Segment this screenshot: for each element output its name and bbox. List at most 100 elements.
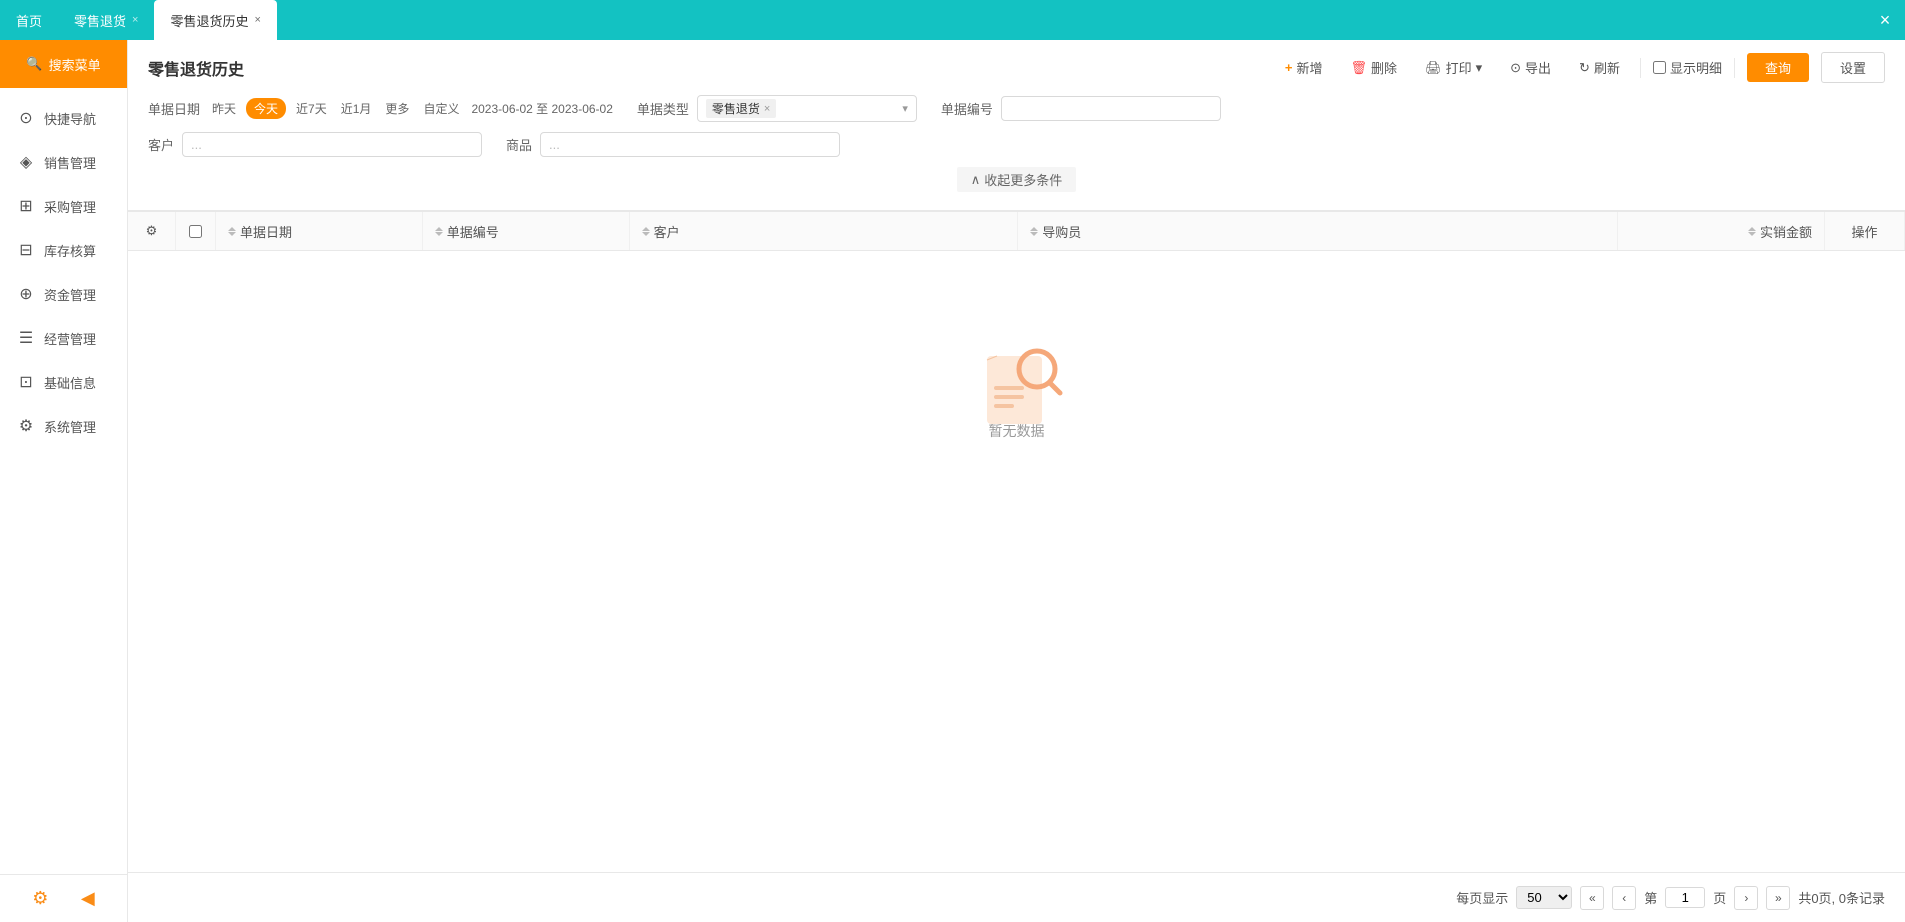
tab-retail-return-history[interactable]: 零售退货历史 × [154, 0, 276, 40]
operation-icon: ☰ [16, 328, 36, 348]
refresh-button[interactable]: ↻ 刷新 [1571, 54, 1628, 81]
select-all-checkbox[interactable] [189, 225, 202, 238]
col-customer[interactable]: 客户 [630, 212, 1019, 250]
sidebar-bottom: ⚙ ◀ [0, 874, 127, 922]
setting-button[interactable]: 设置 [1821, 52, 1885, 83]
empty-illustration [972, 331, 1062, 421]
first-page-button[interactable]: « [1580, 886, 1604, 910]
purchase-icon: ⊞ [16, 196, 36, 216]
col-amount[interactable]: 实销金额 [1618, 212, 1825, 250]
sidebar-search[interactable]: 🔍 搜索菜单 [0, 40, 127, 88]
date-custom[interactable]: 自定义 [419, 98, 463, 119]
sidebar-item-label: 快捷导航 [44, 109, 96, 128]
col-settings[interactable]: ⚙ [128, 212, 176, 250]
type-tag-close[interactable]: × [764, 103, 770, 115]
settings-col-icon[interactable]: ⚙ [146, 223, 158, 239]
first-page-icon: « [1589, 891, 1596, 905]
goods-input[interactable]: ... [540, 132, 840, 157]
sidebar-item-system[interactable]: ⚙ 系统管理 [0, 404, 127, 448]
type-filter: 单据类型 零售退货 × ▾ [637, 95, 917, 122]
next-page-button[interactable]: › [1734, 886, 1758, 910]
show-detail-toggle[interactable]: 显示明细 [1653, 58, 1722, 77]
type-tag: 零售退货 × [706, 99, 776, 118]
order-no-input[interactable] [1001, 96, 1221, 121]
order-sort-down [435, 232, 443, 236]
goods-label: 商品 [506, 135, 532, 154]
page-number-input[interactable] [1665, 887, 1705, 908]
prev-page-button[interactable]: ‹ [1612, 886, 1636, 910]
date-7days[interactable]: 近7天 [292, 98, 331, 119]
date-today[interactable]: 今天 [246, 98, 286, 119]
order-no-label: 单据编号 [941, 99, 993, 118]
guide-sort-down [1030, 232, 1038, 236]
sidebar-item-sales[interactable]: ◈ 销售管理 [0, 140, 127, 184]
sales-icon: ◈ [16, 152, 36, 172]
delete-icon: 🗑 [1351, 60, 1368, 76]
col-order-no[interactable]: 单据编号 [423, 212, 630, 250]
type-select-arrow: ▾ [902, 102, 908, 115]
sidebar-item-inventory[interactable]: ⊟ 库存核算 [0, 228, 127, 272]
table-header: ⚙ 单据日期 单据编号 [128, 211, 1905, 251]
customer-sort-icon[interactable] [642, 227, 650, 236]
settings-bottom-icon[interactable]: ⚙ [32, 888, 48, 909]
customer-dots: ... [191, 137, 202, 152]
col-guide[interactable]: 导购员 [1018, 212, 1618, 250]
collapse-filter-button[interactable]: ∧ 收起更多条件 [957, 167, 1077, 192]
collapse-sidebar-icon[interactable]: ◀ [81, 888, 95, 909]
sidebar-item-finance[interactable]: ⊕ 资金管理 [0, 272, 127, 316]
customer-input[interactable]: ... [182, 132, 482, 157]
print-label: 打印 [1446, 58, 1472, 77]
last-page-button[interactable]: » [1766, 886, 1790, 910]
new-button[interactable]: + 新增 [1277, 54, 1331, 81]
title-toolbar-row: 零售退货历史 + 新增 🗑 删除 🖨 打印 ▾ [148, 52, 1885, 83]
search-icon: 🔍 [26, 56, 42, 72]
per-page-select[interactable]: 50 10 20 100 [1516, 886, 1572, 909]
show-detail-checkbox[interactable] [1653, 61, 1666, 74]
window-close-button[interactable]: × [1865, 0, 1905, 40]
tab-retail-return-history-close[interactable]: × [254, 14, 260, 26]
sidebar-item-basic[interactable]: ⊡ 基础信息 [0, 360, 127, 404]
date-sort-icon[interactable] [228, 227, 236, 236]
customer-filter: 客户 ... [148, 132, 482, 157]
date-filter: 单据日期 昨天 今天 近7天 近1月 更多 自定义 2023-06-02 至 2… [148, 98, 613, 119]
toolbar-divider2 [1734, 58, 1735, 78]
date-label: 单据日期 [148, 99, 200, 118]
col-date[interactable]: 单据日期 [216, 212, 423, 250]
col-check[interactable] [176, 212, 216, 250]
customer-label: 客户 [148, 135, 174, 154]
sidebar-item-quick-nav[interactable]: ⊙ 快捷导航 [0, 96, 127, 140]
sidebar-search-label: 搜索菜单 [49, 55, 101, 74]
export-icon: ⊙ [1510, 60, 1521, 76]
tab-retail-return-close[interactable]: × [132, 14, 138, 26]
date-yesterday[interactable]: 昨天 [208, 98, 240, 119]
sidebar-item-label: 销售管理 [44, 153, 96, 172]
type-select[interactable]: 零售退货 × ▾ [697, 95, 917, 122]
show-detail-label: 显示明细 [1670, 58, 1722, 77]
date-quick-buttons: 昨天 今天 近7天 近1月 更多 自定义 [208, 98, 463, 119]
date-more[interactable]: 更多 [381, 98, 413, 119]
amount-sort-down [1748, 232, 1756, 236]
tab-retail-return[interactable]: 零售退货 × [58, 0, 154, 40]
query-button[interactable]: 查询 [1747, 53, 1809, 82]
print-button[interactable]: 🖨 打印 ▾ [1417, 54, 1490, 81]
tab-list: 首页 零售退货 × 零售退货历史 × [0, 0, 1865, 40]
finance-icon: ⊕ [16, 284, 36, 304]
sidebar-item-purchase[interactable]: ⊞ 采购管理 [0, 184, 127, 228]
sidebar-item-operation[interactable]: ☰ 经营管理 [0, 316, 127, 360]
export-button[interactable]: ⊙ 导出 [1502, 54, 1559, 81]
pagination: 每页显示 50 10 20 100 « ‹ 第 页 › » 共0页, 0条记录 [128, 872, 1905, 922]
guide-sort-icon[interactable] [1030, 227, 1038, 236]
filter-area: 单据日期 昨天 今天 近7天 近1月 更多 自定义 2023-06-02 至 2… [148, 95, 1885, 202]
col-guide-label: 导购员 [1042, 222, 1081, 241]
filter-row-1: 单据日期 昨天 今天 近7天 近1月 更多 自定义 2023-06-02 至 2… [148, 95, 1885, 122]
col-order-no-label: 单据编号 [447, 222, 499, 241]
next-page-icon: › [1744, 891, 1748, 905]
tab-home[interactable]: 首页 [0, 0, 58, 40]
sidebar-item-label: 采购管理 [44, 197, 96, 216]
date-range-display: 2023-06-02 至 2023-06-02 [471, 100, 612, 117]
delete-button[interactable]: 🗑 删除 [1343, 54, 1406, 81]
date-1month[interactable]: 近1月 [337, 98, 376, 119]
export-label: 导出 [1525, 58, 1551, 77]
amount-sort-icon[interactable] [1748, 227, 1756, 236]
order-sort-icon[interactable] [435, 227, 443, 236]
